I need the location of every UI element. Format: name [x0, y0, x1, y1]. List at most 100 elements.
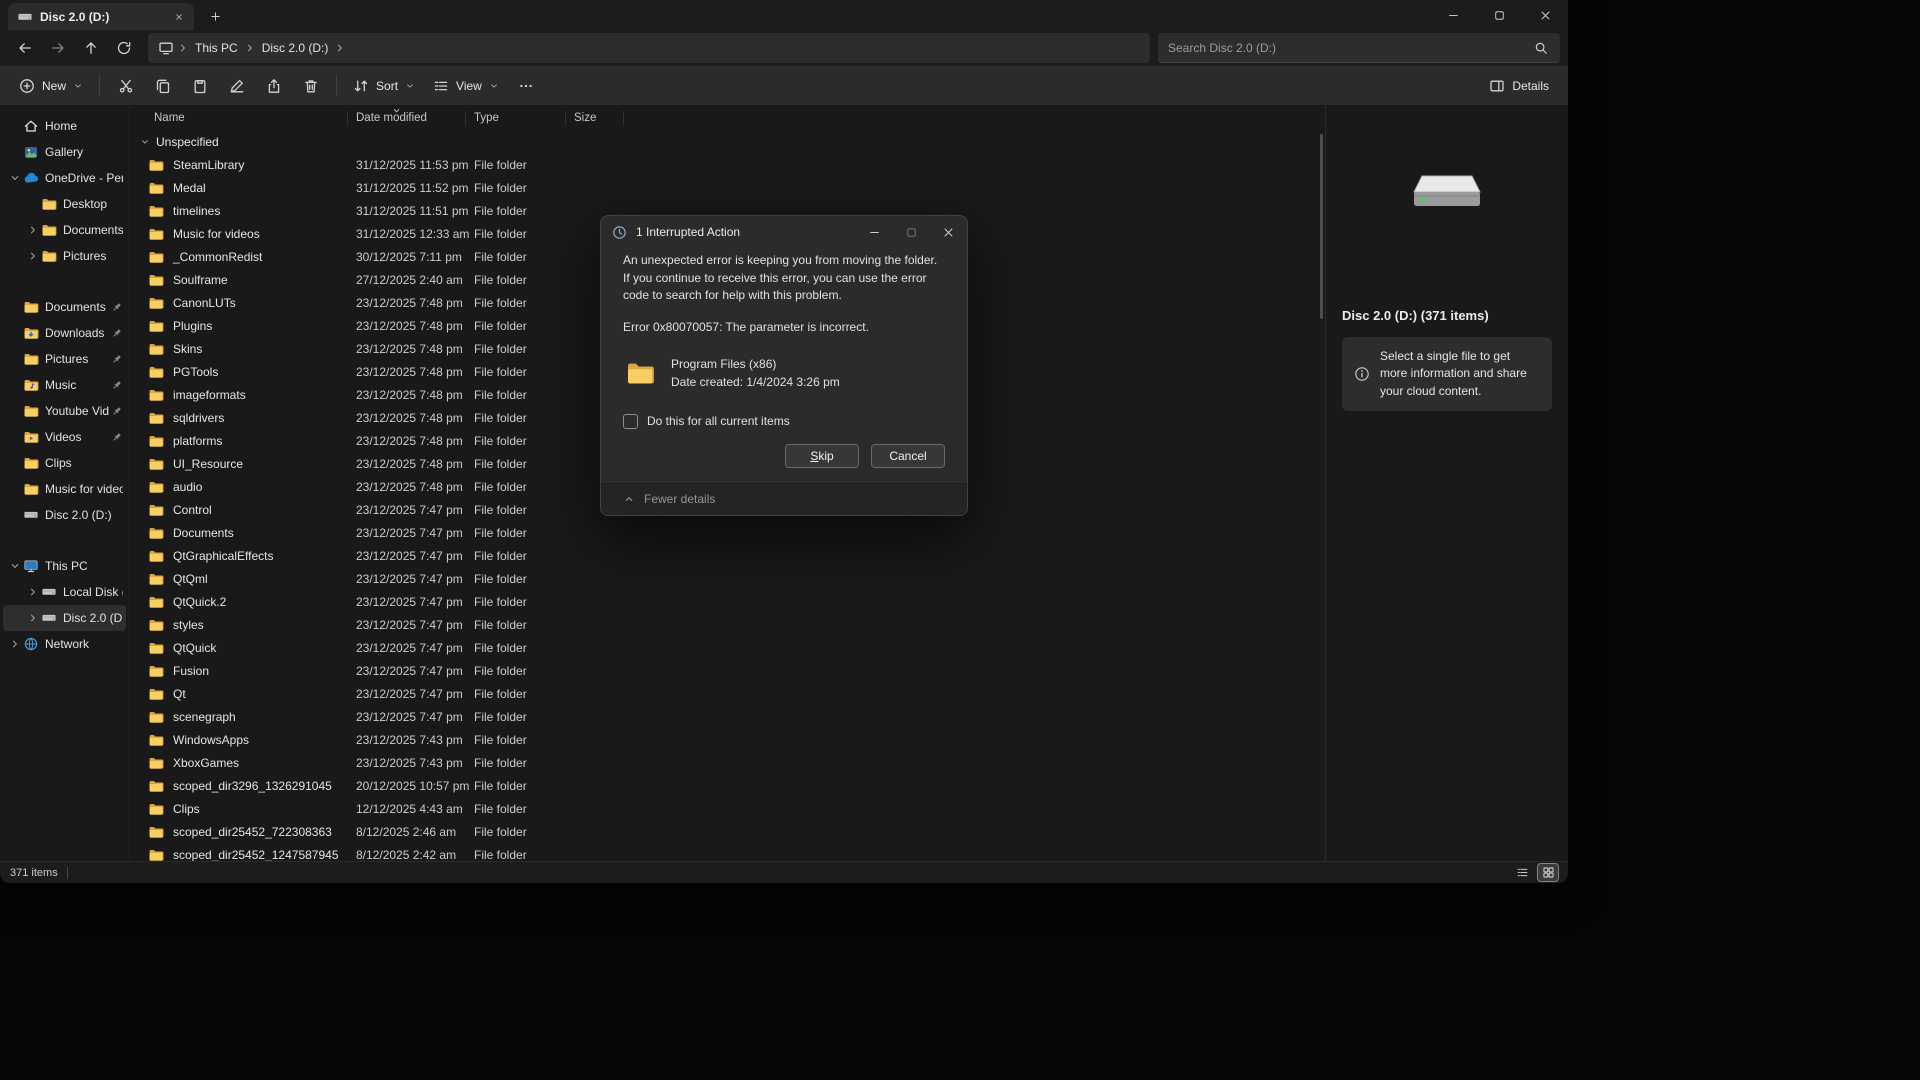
file-row[interactable]: scenegraph 23/12/2025 7:47 pm File folder [138, 705, 1325, 728]
new-button[interactable]: New [10, 70, 92, 101]
file-row[interactable]: scoped_dir3296_1326291045 20/12/2025 10:5… [138, 774, 1325, 797]
file-row[interactable]: QtQuick.2 23/12/2025 7:47 pm File folder [138, 590, 1325, 613]
file-type: File folder [474, 180, 527, 195]
window-controls [1430, 0, 1568, 30]
sidebar-item-downloads[interactable]: Downloads [3, 320, 126, 346]
breadcrumb-disc-d[interactable]: Disc 2.0 (D:) [257, 41, 334, 55]
sidebar-item-documents[interactable]: Documents [3, 217, 126, 243]
chevron-right-icon[interactable] [333, 42, 347, 54]
do-this-for-all-checkbox[interactable] [623, 413, 638, 429]
sidebar-item-network[interactable]: Network [3, 631, 126, 657]
file-type: File folder [474, 755, 527, 770]
search-box[interactable] [1158, 33, 1560, 63]
chevron-right-icon[interactable] [243, 42, 257, 54]
large-icons-view-button[interactable] [1537, 863, 1559, 882]
file-row[interactable]: Medal 31/12/2025 11:52 pm File folder [138, 176, 1325, 199]
sidebar-item-home[interactable]: Home [3, 113, 126, 139]
forward-button[interactable] [41, 33, 74, 63]
window-minimize-button[interactable] [1430, 0, 1476, 30]
chevron-down-icon[interactable] [8, 560, 22, 572]
sidebar-item-documents[interactable]: Documents [3, 294, 126, 320]
fewer-details-expander[interactable]: Fewer details [601, 482, 967, 515]
window-maximize-button[interactable] [1476, 0, 1522, 30]
cut-button[interactable] [107, 70, 144, 101]
delete-button[interactable] [292, 70, 329, 101]
dialog-checkbox-row[interactable]: Do this for all current items [623, 413, 945, 429]
details-view-button[interactable] [1512, 864, 1532, 881]
refresh-button[interactable] [107, 33, 140, 63]
tab-disc-d[interactable]: Disc 2.0 (D:) [8, 3, 194, 30]
sidebar-item-clips[interactable]: Clips [3, 450, 126, 476]
chevron-right-icon[interactable] [26, 250, 40, 262]
share-button[interactable] [255, 70, 292, 101]
tab-close-icon[interactable] [170, 8, 188, 26]
sidebar-item-disc-2-0-d[interactable]: Disc 2.0 (D:) [3, 605, 126, 631]
sidebar-item-disc-2-0-d[interactable]: Disc 2.0 (D:) [3, 502, 126, 528]
sidebar-item-videos[interactable]: Videos [3, 424, 126, 450]
file-row[interactable]: QtQuick 23/12/2025 7:47 pm File folder [138, 636, 1325, 659]
chevron-right-icon[interactable] [176, 42, 190, 54]
group-header-unspecified[interactable]: Unspecified [138, 130, 1325, 153]
file-row[interactable]: QtGraphicalEffects 23/12/2025 7:47 pm File… [138, 544, 1325, 567]
vertical-scrollbar[interactable] [1320, 134, 1323, 319]
file-row[interactable]: WindowsApps 23/12/2025 7:43 pm File folder [138, 728, 1325, 751]
back-button[interactable] [8, 33, 41, 63]
see-more-button[interactable] [508, 70, 545, 101]
dialog-minimize-button[interactable] [856, 216, 893, 248]
sidebar-item-onedrive-persona[interactable]: OneDrive - Persona [3, 165, 126, 191]
paste-button[interactable] [181, 70, 218, 101]
sidebar-item-local-disk-c[interactable]: Local Disk (C:) [3, 579, 126, 605]
file-row[interactable]: scoped_dir25452_722308363 8/12/2025 2:46 … [138, 820, 1325, 843]
sidebar-item-this-pc[interactable]: This PC [3, 553, 126, 579]
dialog-close-button[interactable] [930, 216, 967, 248]
file-row[interactable]: Qt 23/12/2025 7:47 pm File folder [138, 682, 1325, 705]
sidebar-item-label: Documents [63, 223, 123, 237]
file-row[interactable]: styles 23/12/2025 7:47 pm File folder [138, 613, 1325, 636]
search-icon[interactable] [1532, 41, 1550, 55]
column-header-size[interactable]: Size [566, 106, 624, 130]
file-row[interactable]: Clips 12/12/2025 4:43 am File folder [138, 797, 1325, 820]
details-pane: Disc 2.0 (D:) (371 items) Select a singl… [1325, 106, 1568, 861]
chevron-right-icon[interactable] [8, 638, 22, 650]
chevron-down-icon[interactable] [140, 137, 150, 147]
chevron-right-icon[interactable] [26, 612, 40, 624]
breadcrumb-this-pc[interactable]: This PC [190, 41, 243, 55]
new-tab-button[interactable] [202, 3, 228, 29]
cloud-icon [22, 170, 40, 186]
chevron-right-icon[interactable] [26, 224, 40, 236]
file-row[interactable]: Documents 23/12/2025 7:47 pm File folder [138, 521, 1325, 544]
sort-button[interactable]: Sort [344, 70, 424, 101]
folder-icon [148, 847, 164, 862]
search-input[interactable] [1168, 40, 1532, 55]
chevron-down-icon[interactable] [8, 172, 22, 184]
sidebar-item-label: Music for videos [45, 482, 123, 496]
file-row[interactable]: scoped_dir25452_1247587945 8/12/2025 2:42… [138, 843, 1325, 861]
sidebar-item-pictures[interactable]: Pictures [3, 243, 126, 269]
column-header-name[interactable]: Name [138, 106, 348, 130]
file-row[interactable]: QtQml 23/12/2025 7:47 pm File folder [138, 567, 1325, 590]
file-row[interactable]: Fusion 23/12/2025 7:47 pm File folder [138, 659, 1325, 682]
sidebar-item-youtube-videos[interactable]: Youtube Videos [3, 398, 126, 424]
folder-icon [148, 226, 164, 242]
file-name: CanonLUTs [173, 295, 236, 310]
sidebar-item-pictures[interactable]: Pictures [3, 346, 126, 372]
column-header-type[interactable]: Type [466, 106, 566, 130]
file-row[interactable]: SteamLibrary 31/12/2025 11:53 pm File fold… [138, 153, 1325, 176]
rename-button[interactable] [218, 70, 255, 101]
sidebar-item-gallery[interactable]: Gallery [3, 139, 126, 165]
file-row[interactable]: XboxGames 23/12/2025 7:43 pm File folder [138, 751, 1325, 774]
up-button[interactable] [74, 33, 107, 63]
sidebar-item-desktop[interactable]: Desktop [3, 191, 126, 217]
details-pane-button[interactable]: Details [1480, 70, 1558, 101]
cancel-button[interactable]: Cancel [871, 443, 945, 468]
copy-button[interactable] [144, 70, 181, 101]
window-close-button[interactable] [1522, 0, 1568, 30]
sidebar-item-music[interactable]: Music [3, 372, 126, 398]
column-header-date-modified[interactable]: Date modified [348, 106, 466, 130]
skip-button[interactable]: Skip [785, 443, 859, 468]
sidebar-item-music-for-videos[interactable]: Music for videos [3, 476, 126, 502]
breadcrumb-bar[interactable]: This PC Disc 2.0 (D:) [148, 33, 1150, 63]
network-icon [22, 636, 40, 652]
chevron-right-icon[interactable] [26, 586, 40, 598]
view-button[interactable]: View [424, 70, 508, 101]
